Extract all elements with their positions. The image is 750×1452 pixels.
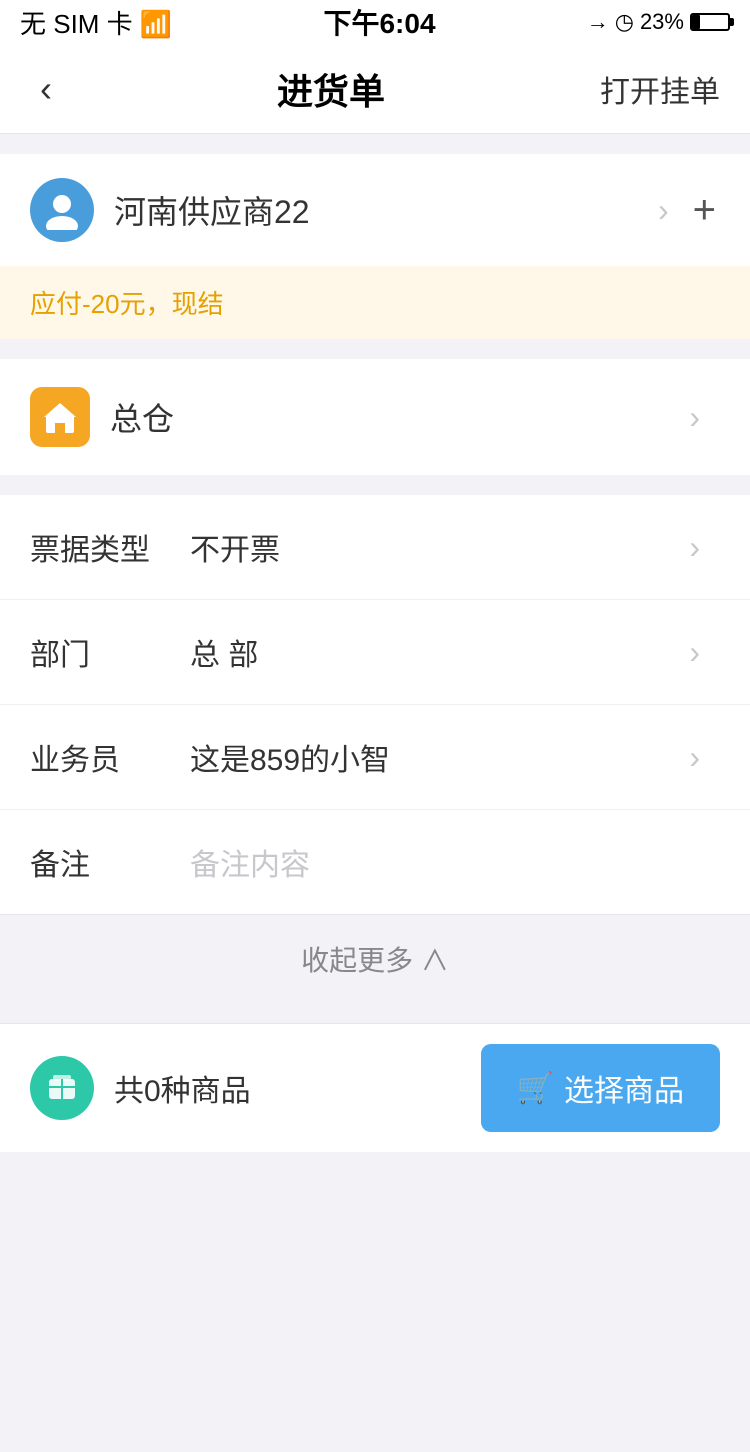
ticket-type-label: 票据类型 (30, 525, 170, 569)
salesperson-value: 这是859的小智 (190, 735, 689, 779)
add-supplier-button[interactable]: + (689, 188, 720, 233)
select-product-icon: 🛒 (517, 1071, 554, 1106)
supplier-row[interactable]: 河南供应商22 › + (0, 154, 750, 266)
product-count: 共0种商品 (114, 1066, 481, 1110)
page-background (0, 1152, 750, 1452)
collapse-button[interactable]: 收起更多 ∧ (0, 914, 750, 1003)
chevron-right-icon: › (658, 192, 669, 229)
status-bar-carrier: 无 SIM 卡 📶 (20, 4, 172, 41)
salesperson-label: 业务员 (30, 735, 170, 779)
department-chevron: › (689, 634, 700, 671)
ticket-type-value: 不开票 (190, 525, 689, 569)
status-bar-time: 下午6:04 (323, 2, 435, 42)
back-button[interactable]: ‹ (30, 58, 62, 120)
product-icon (30, 1056, 94, 1120)
warehouse-chevron-icon: › (689, 399, 700, 436)
battery-icon (690, 13, 730, 31)
bottom-bar: 共0种商品 🛒 选择商品 (0, 1023, 750, 1152)
warehouse-label: 总仓 (110, 394, 689, 440)
status-bar-right: → ◷ 23% (587, 9, 730, 35)
ticket-type-chevron: › (689, 529, 700, 566)
section-gap-3 (0, 475, 750, 495)
supplier-avatar (30, 178, 94, 242)
status-bar: 无 SIM 卡 📶 下午6:04 → ◷ 23% (0, 0, 750, 44)
remark-label: 备注 (30, 840, 170, 884)
form-section: 票据类型 不开票 › 部门 总 部 › 业务员 这是859的小智 › 备注 备注… (0, 495, 750, 1003)
salesperson-chevron: › (689, 739, 700, 776)
location-icon: → (587, 9, 609, 35)
supplier-name: 河南供应商22 (114, 187, 658, 233)
department-label: 部门 (30, 630, 170, 674)
select-product-label: 选择商品 (564, 1066, 684, 1110)
remark-placeholder[interactable]: 备注内容 (190, 840, 720, 884)
battery-percent: 23% (640, 9, 684, 35)
select-product-button[interactable]: 🛒 选择商品 (481, 1044, 720, 1132)
open-pending-button[interactable]: 打开挂单 (600, 67, 720, 111)
department-row[interactable]: 部门 总 部 › (0, 599, 750, 704)
warehouse-row[interactable]: 总仓 › (0, 359, 750, 475)
salesperson-row[interactable]: 业务员 这是859的小智 › (0, 704, 750, 809)
warehouse-section: 总仓 › (0, 359, 750, 475)
warning-banner: 应付-20元，现结 (0, 266, 750, 339)
department-value: 总 部 (190, 630, 689, 674)
nav-bar: ‹ 进货单 打开挂单 (0, 44, 750, 134)
alarm-icon: ◷ (615, 9, 634, 35)
warning-text: 应付-20元，现结 (30, 289, 224, 319)
section-gap-1 (0, 134, 750, 154)
ticket-type-row[interactable]: 票据类型 不开票 › (0, 495, 750, 599)
remark-row[interactable]: 备注 备注内容 (0, 809, 750, 914)
supplier-section: 河南供应商22 › + 应付-20元，现结 (0, 154, 750, 339)
warehouse-icon (30, 387, 90, 447)
section-gap-2 (0, 339, 750, 359)
page-title: 进货单 (277, 63, 385, 115)
